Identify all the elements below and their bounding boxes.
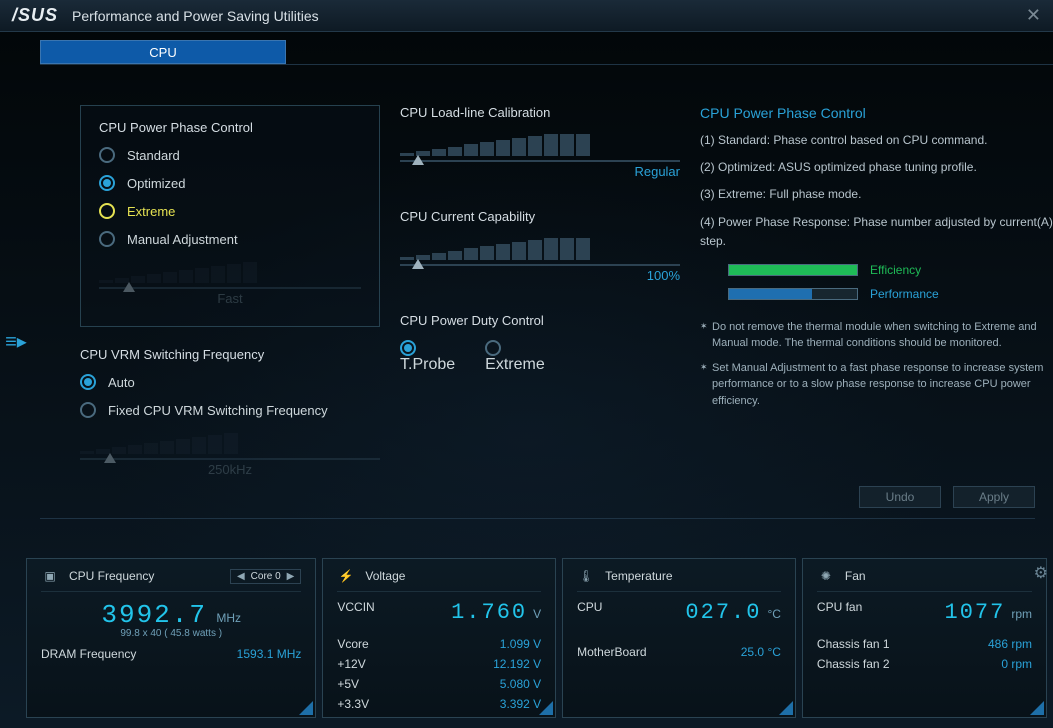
mb-temp-value: 25.0 °C	[741, 645, 781, 659]
cpu-temp-value: 027.0	[685, 600, 761, 625]
tab-row: CPU	[40, 40, 1053, 65]
loadline-slider[interactable]	[400, 160, 680, 162]
current-bars	[400, 238, 680, 260]
voltage-label: Voltage	[365, 569, 405, 583]
loadline-value: Regular	[400, 164, 680, 179]
window-title: Performance and Power Saving Utilities	[72, 8, 1026, 24]
close-icon[interactable]: ✕	[1026, 5, 1041, 26]
phase-control-panel: CPU Power Phase Control Standard Optimiz…	[80, 105, 380, 327]
temperature-panel: 🌡 Temperature CPU 027.0°C MotherBoard 25…	[562, 558, 796, 718]
chevron-left-icon[interactable]: ◀	[235, 571, 247, 582]
tab-cpu[interactable]: CPU	[40, 40, 286, 64]
phase-slider-bars	[99, 261, 361, 283]
radio-manual[interactable]: Manual Adjustment	[99, 231, 361, 247]
fan-icon: ✺	[817, 567, 835, 585]
thermometer-icon: 🌡	[577, 567, 595, 585]
efficiency-bar-row: Efficiency	[728, 263, 1053, 277]
radio-optimized[interactable]: Optimized	[99, 175, 361, 191]
status-bar: ▣ CPU Frequency ◀ Core 0 ▶ 3992.7 MHz 99…	[26, 558, 1047, 718]
radio-extreme[interactable]: Extreme	[99, 203, 361, 219]
phase-fast-label: Fast	[99, 291, 361, 306]
resize-icon[interactable]	[779, 701, 793, 715]
core-spinner[interactable]: ◀ Core 0 ▶	[230, 569, 301, 584]
radio-vrm-auto[interactable]: Auto	[80, 374, 380, 390]
current-value: 100%	[400, 268, 680, 283]
performance-label: Performance	[870, 287, 939, 301]
vccin-label: VCCIN	[337, 600, 374, 625]
dram-label: DRAM Frequency	[41, 647, 136, 661]
current-title: CPU Current Capability	[400, 209, 680, 224]
mb-temp-label: MotherBoard	[577, 645, 646, 659]
efficiency-label: Efficiency	[870, 263, 921, 277]
asus-logo: /SUS	[12, 5, 58, 26]
fan-panel: ⚙ ✺ Fan CPU fan 1077rpm Chassis fan 1486…	[802, 558, 1047, 718]
cpu-sub: 99.8 x 40 ( 45.8 watts )	[41, 628, 301, 639]
radio-vrm-fixed[interactable]: Fixed CPU VRM Switching Frequency	[80, 402, 380, 418]
performance-bar-row: Performance	[728, 287, 1053, 301]
vrm-slider-bars	[80, 432, 380, 454]
help-note2: Set Manual Adjustment to a fast phase re…	[700, 360, 1053, 410]
radio-duty-extreme[interactable]: Extreme	[485, 340, 545, 374]
help-l2: (2) Optimized: ASUS optimized phase tuni…	[700, 158, 1053, 177]
vrm-title: CPU VRM Switching Frequency	[80, 347, 380, 362]
apply-button[interactable]: Apply	[953, 486, 1035, 508]
help-note1: Do not remove the thermal module when sw…	[700, 319, 1053, 352]
chevron-right-icon[interactable]: ▶	[285, 571, 297, 582]
cpu-mhz: 3992.7	[101, 600, 207, 630]
cpu-icon: ▣	[41, 567, 59, 585]
cpu-fan-value: 1077	[945, 600, 1006, 625]
main-content: ≡▸ CPU Power Phase Control Standard Opti…	[40, 65, 1035, 519]
phase-title: CPU Power Phase Control	[99, 120, 361, 135]
vrm-slider	[80, 458, 380, 460]
radio-standard[interactable]: Standard	[99, 147, 361, 163]
help-title: CPU Power Phase Control	[700, 105, 1053, 121]
cpu-fan-label: CPU fan	[817, 600, 862, 625]
vccin-value: 1.760	[451, 600, 527, 625]
titlebar: /SUS Performance and Power Saving Utilit…	[0, 0, 1053, 32]
expand-handle-icon[interactable]: ≡▸	[0, 325, 32, 357]
temperature-label: Temperature	[605, 569, 672, 583]
dram-value: 1593.1 MHz	[237, 647, 302, 661]
cpu-temp-label: CPU	[577, 600, 602, 625]
help-l3: (3) Extreme: Full phase mode.	[700, 185, 1053, 204]
resize-icon[interactable]	[539, 701, 553, 715]
resize-icon[interactable]	[1030, 701, 1044, 715]
undo-button[interactable]: Undo	[859, 486, 941, 508]
gear-icon[interactable]: ⚙	[1034, 563, 1048, 583]
radio-duty-tprobe[interactable]: T.Probe	[400, 340, 455, 374]
cpu-freq-label: CPU Frequency	[69, 569, 154, 583]
resize-icon[interactable]	[299, 701, 313, 715]
duty-title: CPU Power Duty Control	[400, 313, 680, 328]
loadline-bars	[400, 134, 680, 156]
loadline-title: CPU Load-line Calibration	[400, 105, 680, 120]
voltage-panel: ⚡ Voltage VCCIN 1.760V Vcore1.099 V +12V…	[322, 558, 556, 718]
phase-slider	[99, 287, 361, 289]
cpu-freq-panel: ▣ CPU Frequency ◀ Core 0 ▶ 3992.7 MHz 99…	[26, 558, 316, 718]
help-l1: (1) Standard: Phase control based on CPU…	[700, 131, 1053, 150]
bolt-icon: ⚡	[337, 567, 355, 585]
fan-label: Fan	[845, 569, 866, 583]
help-l4: (4) Power Phase Response: Phase number a…	[700, 213, 1053, 251]
current-slider[interactable]	[400, 264, 680, 266]
vrm-khz: 250kHz	[80, 462, 380, 477]
